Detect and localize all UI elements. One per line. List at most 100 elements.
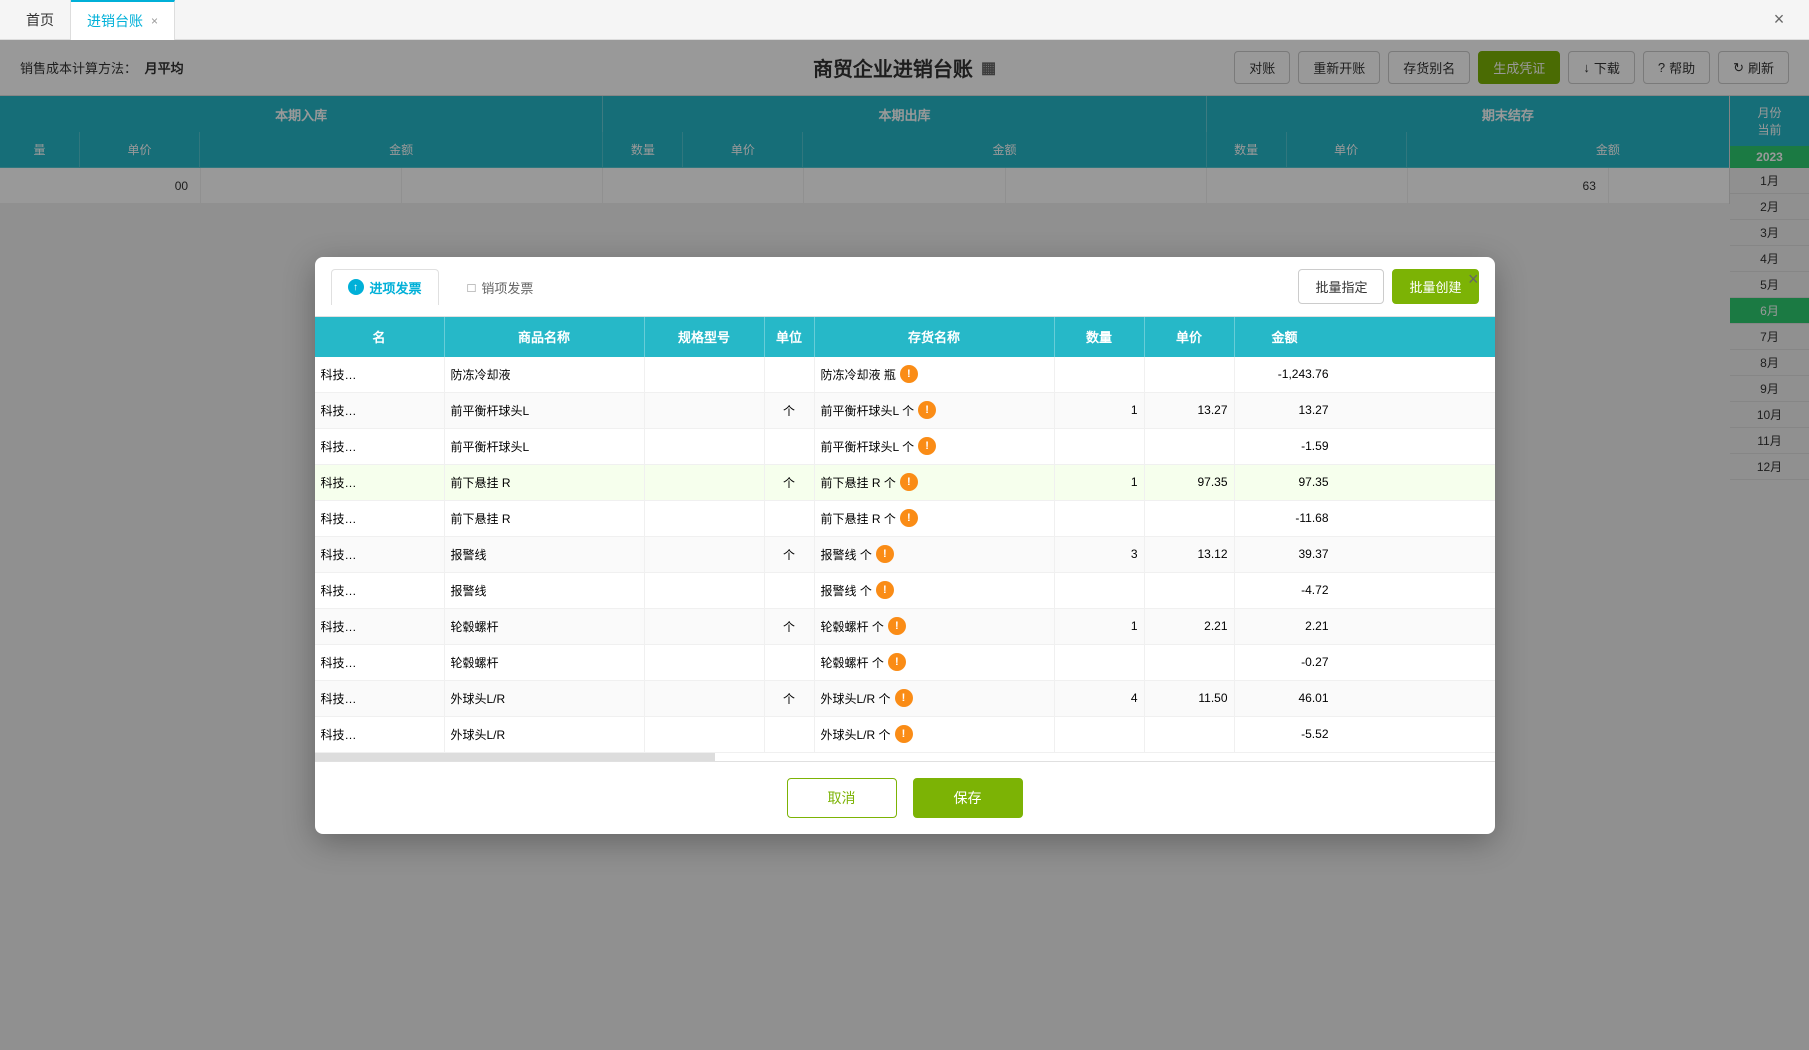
tab-journal[interactable]: 进销台账 × <box>71 0 175 40</box>
table-cell: 前下悬挂 R <box>445 465 645 500</box>
table-cell: 2.21 <box>1235 609 1335 644</box>
table-cell <box>645 645 765 680</box>
table-cell: 前下悬挂 R 个! <box>815 465 1055 500</box>
table-row[interactable]: 科技…防冻冷却液防冻冷却液 瓶!-1,243.76 <box>315 357 1495 393</box>
table-row[interactable]: 科技…轮毂螺杆轮毂螺杆 个!-0.27 <box>315 645 1495 681</box>
table-cell: 报警线 个! <box>815 573 1055 608</box>
table-cell: 科技… <box>315 393 445 428</box>
col-header-qty: 数量 <box>1055 317 1145 357</box>
save-button[interactable]: 保存 <box>913 778 1023 818</box>
table-cell <box>1055 429 1145 464</box>
table-cell <box>645 573 765 608</box>
warning-icon: ! <box>900 509 918 527</box>
close-tab-icon[interactable]: × <box>151 14 158 28</box>
table-cell <box>645 429 765 464</box>
scroll-indicator <box>315 753 1495 761</box>
table-cell: 13.27 <box>1235 393 1335 428</box>
table-cell <box>645 681 765 716</box>
table-cell <box>765 573 815 608</box>
table-cell <box>1145 357 1235 392</box>
tab-home[interactable]: 首页 <box>10 0 71 40</box>
table-cell: 前平衡杆球头L <box>445 393 645 428</box>
warning-icon: ! <box>900 473 918 491</box>
table-cell <box>1145 429 1235 464</box>
table-cell: 科技… <box>315 573 445 608</box>
table-cell <box>765 429 815 464</box>
table-cell: 1 <box>1055 609 1145 644</box>
table-row[interactable]: 科技…轮毂螺杆个轮毂螺杆 个!12.212.21 <box>315 609 1495 645</box>
modal-footer: 取消 保存 <box>315 761 1495 834</box>
warning-icon: ! <box>876 581 894 599</box>
table-row[interactable]: 科技…前平衡杆球头L前平衡杆球头L 个!-1.59 <box>315 429 1495 465</box>
table-cell: 科技… <box>315 465 445 500</box>
purchase-tab-icon: ↑ <box>348 279 364 295</box>
table-cell: -1.59 <box>1235 429 1335 464</box>
table-cell: -1,243.76 <box>1235 357 1335 392</box>
table-row[interactable]: 科技…报警线个报警线 个!313.1239.37 <box>315 537 1495 573</box>
batch-create-button[interactable]: 批量创建 <box>1392 269 1478 304</box>
table-cell: 外球头L/R 个! <box>815 681 1055 716</box>
table-cell <box>1145 573 1235 608</box>
table-cell <box>1055 573 1145 608</box>
warning-icon: ! <box>888 617 906 635</box>
table-cell: 轮毂螺杆 <box>445 645 645 680</box>
table-cell: 3 <box>1055 537 1145 572</box>
table-cell <box>765 717 815 752</box>
table-cell: 2.21 <box>1145 609 1235 644</box>
col-header-price: 单价 <box>1145 317 1235 357</box>
table-cell: 11.50 <box>1145 681 1235 716</box>
modal-table-header: 名 商品名称 规格型号 单位 存货名称 数量 <box>315 317 1495 357</box>
table-cell: 个 <box>765 609 815 644</box>
table-cell: 科技… <box>315 537 445 572</box>
table-cell <box>1055 357 1145 392</box>
warning-icon: ! <box>888 653 906 671</box>
table-cell <box>1055 645 1145 680</box>
table-row[interactable]: 科技…外球头L/R外球头L/R 个!-5.52 <box>315 717 1495 753</box>
table-cell <box>1145 717 1235 752</box>
table-cell <box>645 501 765 536</box>
table-cell <box>765 357 815 392</box>
table-cell <box>1145 645 1235 680</box>
table-cell: 报警线 <box>445 573 645 608</box>
cancel-button[interactable]: 取消 <box>787 778 897 818</box>
table-cell: 前下悬挂 R <box>445 501 645 536</box>
col-header-stock: 存货名称 <box>815 317 1055 357</box>
table-cell: 防冻冷却液 瓶! <box>815 357 1055 392</box>
table-row[interactable]: 科技…前下悬挂 R个前下悬挂 R 个!197.3597.35 <box>315 465 1495 501</box>
modal-close-button[interactable]: × <box>1468 269 1479 290</box>
table-cell: -11.68 <box>1235 501 1335 536</box>
modal-header: ↑ 进项发票 □ 销项发票 批量指定 批量创建 × <box>315 257 1495 317</box>
table-cell <box>1055 717 1145 752</box>
table-cell: 科技… <box>315 717 445 752</box>
table-cell: 个 <box>765 537 815 572</box>
table-row[interactable]: 科技…前下悬挂 R前下悬挂 R 个!-11.68 <box>315 501 1495 537</box>
table-cell: 外球头L/R <box>445 681 645 716</box>
table-cell: 科技… <box>315 429 445 464</box>
table-cell <box>765 645 815 680</box>
main-area: 销售成本计算方法： 月平均 商贸企业进销台账 ▦ 对账 重新开账 存货别名 生成… <box>0 40 1809 1050</box>
table-cell: 97.35 <box>1235 465 1335 500</box>
table-cell: 科技… <box>315 501 445 536</box>
table-row[interactable]: 科技…外球头L/R个外球头L/R 个!411.5046.01 <box>315 681 1495 717</box>
col-header-spec: 规格型号 <box>645 317 765 357</box>
table-row[interactable]: 科技…报警线报警线 个!-4.72 <box>315 573 1495 609</box>
table-cell: 个 <box>765 681 815 716</box>
batch-assign-button[interactable]: 批量指定 <box>1298 269 1384 304</box>
table-cell <box>1145 501 1235 536</box>
table-cell: 97.35 <box>1145 465 1235 500</box>
tab-purchase-invoice[interactable]: ↑ 进项发票 <box>331 269 439 305</box>
modal-overlay: ↑ 进项发票 □ 销项发票 批量指定 批量创建 × 名 <box>0 40 1809 1050</box>
warning-icon: ! <box>918 401 936 419</box>
table-row[interactable]: 科技…前平衡杆球头L个前平衡杆球头L 个!113.2713.27 <box>315 393 1495 429</box>
table-cell: 科技… <box>315 357 445 392</box>
close-all-button[interactable]: × <box>1759 0 1799 40</box>
modal-table: 名 商品名称 规格型号 单位 存货名称 数量 <box>315 317 1495 753</box>
tab-sales-invoice[interactable]: □ 销项发票 <box>451 269 551 305</box>
warning-icon: ! <box>895 725 913 743</box>
table-cell: 轮毂螺杆 个! <box>815 609 1055 644</box>
col-header-amount: 金额 <box>1235 317 1335 357</box>
sales-tab-icon: □ <box>468 280 476 295</box>
warning-icon: ! <box>895 689 913 707</box>
col-header-unit: 单位 <box>765 317 815 357</box>
table-cell: 轮毂螺杆 <box>445 609 645 644</box>
